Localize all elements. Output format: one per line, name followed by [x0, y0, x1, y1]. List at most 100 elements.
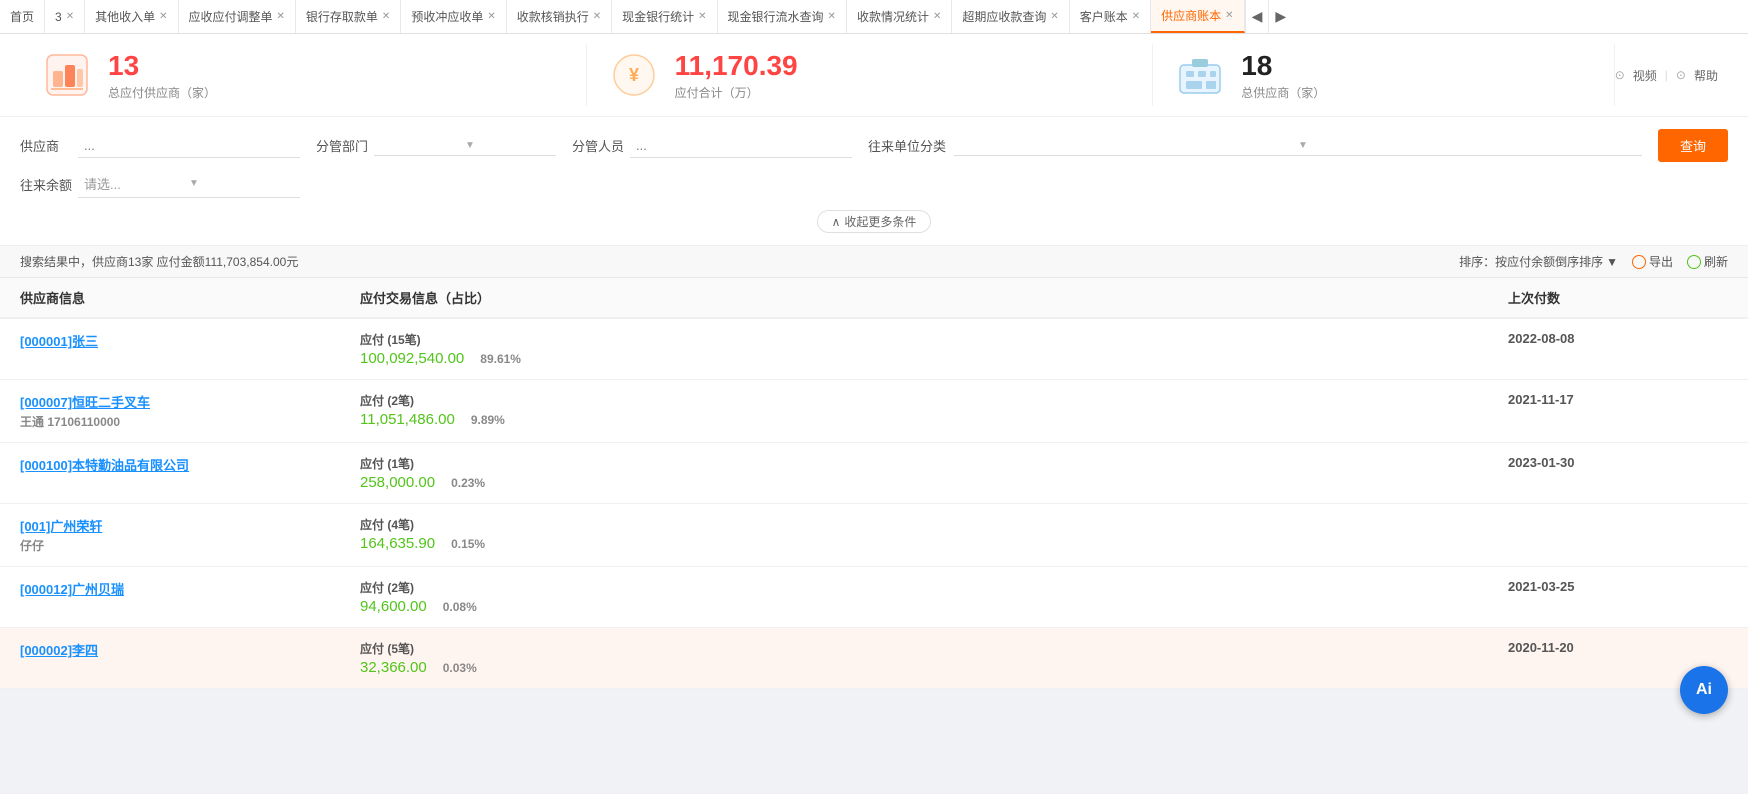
export-button[interactable]: 导出: [1632, 253, 1673, 270]
nav-tab-label: 收款情况统计: [857, 8, 929, 25]
export-label: 导出: [1649, 253, 1673, 270]
total-suppliers-label: 总供应商（家）: [1241, 84, 1325, 101]
lastpay-date: 2023-01-30: [1508, 455, 1575, 470]
nav-tab-cash-flow[interactable]: 现金银行流水查询 ✕: [718, 0, 847, 33]
nav-tab-customer-ledger[interactable]: 客户账本 ✕: [1070, 0, 1151, 33]
supplier-name[interactable]: [000100]本特勤油品有限公司: [20, 455, 360, 474]
supplier-name[interactable]: [000002]李四: [20, 640, 360, 659]
video-icon: ⊙: [1615, 68, 1625, 82]
export-icon: [1632, 255, 1646, 269]
lastpay-date: 2020-11-20: [1508, 640, 1574, 655]
trans-info: 应付 (2笔) 11,051,486.00 9.89%: [360, 392, 1508, 428]
stat-payable-amount: ¥ 11,170.39 应付合计（万）: [587, 44, 1154, 106]
filter-person: 分管人员: [572, 134, 852, 158]
close-icon[interactable]: ✕: [1225, 10, 1233, 21]
nav-tab-label: 客户账本: [1080, 8, 1128, 25]
nav-prev-arrow[interactable]: ◀: [1245, 0, 1269, 33]
close-icon[interactable]: ✕: [1132, 11, 1140, 22]
nav-next-arrow[interactable]: ▶: [1268, 0, 1292, 33]
table-row[interactable]: [000001]张三 应付 (15笔) 100,092,540.00 89.61…: [0, 319, 1748, 380]
payable-suppliers-number: 13: [108, 49, 216, 83]
trans-amount[interactable]: 100,092,540.00: [360, 350, 464, 367]
nav-tab-collection[interactable]: 收款核销执行 ✕: [507, 0, 612, 33]
close-icon[interactable]: ✕: [828, 11, 836, 22]
supplier-input[interactable]: [78, 134, 300, 158]
nav-tab-overdue[interactable]: 超期应收款查询 ✕: [952, 0, 1069, 33]
nav-tab-supplier-ledger[interactable]: 供应商账本 ✕: [1151, 0, 1244, 33]
trans-amount[interactable]: 258,000.00: [360, 474, 435, 491]
col-header-supplier: 供应商信息: [20, 288, 360, 307]
supplier-name[interactable]: [000001]张三: [20, 331, 360, 350]
close-icon[interactable]: ✕: [159, 11, 167, 22]
table-row[interactable]: [000012]广州贝瑞 应付 (2笔) 94,600.00 0.08% 202…: [0, 567, 1748, 628]
close-icon[interactable]: ✕: [698, 11, 706, 22]
close-icon[interactable]: ✕: [382, 11, 390, 22]
help-link[interactable]: 帮助: [1694, 67, 1718, 84]
stat-total-suppliers: 18 总供应商（家）: [1153, 44, 1614, 106]
trans-amount[interactable]: 164,635.90: [360, 535, 435, 552]
payable-amount-label: 应付合计（万）: [675, 84, 798, 101]
supplier-label: 供应商: [20, 136, 72, 155]
filter-dept: 分管部门 ▼: [316, 136, 556, 156]
lastpay-col: 2023-01-30: [1508, 455, 1708, 470]
nav-tab-adjustment[interactable]: 应收应付调整单 ✕: [179, 0, 296, 33]
supplier-info-col: [000007]恒旺二手叉车 王通 17106110000: [20, 392, 360, 430]
table-row[interactable]: [000100]本特勤油品有限公司 应付 (1笔) 258,000.00 0.2…: [0, 443, 1748, 504]
transaction-col: 应付 (1笔) 258,000.00 0.23%: [360, 455, 1508, 491]
lastpay-col: 2020-11-20: [1508, 640, 1708, 655]
close-icon[interactable]: ✕: [487, 11, 495, 22]
close-icon[interactable]: ✕: [277, 11, 285, 22]
nav-tab-cash-stats[interactable]: 现金银行统计 ✕: [612, 0, 717, 33]
close-icon[interactable]: ✕: [593, 11, 601, 22]
supplier-name[interactable]: [000012]广州贝瑞: [20, 579, 360, 598]
query-button[interactable]: 查询: [1658, 129, 1728, 162]
nav-tab-collection-stats[interactable]: 收款情况统计 ✕: [847, 0, 952, 33]
stats-bar: 13 总应付供应商（家） ¥ 11,170.39 应付合计（万）: [0, 34, 1748, 117]
supplier-info-col: [000012]广州贝瑞: [20, 579, 360, 598]
close-icon[interactable]: ✕: [1050, 11, 1058, 22]
dept-select[interactable]: ▼: [374, 136, 556, 156]
video-link[interactable]: 视频: [1633, 67, 1657, 84]
supplier-info-col: [000002]李四: [20, 640, 360, 659]
ai-button[interactable]: Ai: [1680, 666, 1728, 714]
supplier-name[interactable]: [000007]恒旺二手叉车: [20, 392, 360, 411]
table-row[interactable]: [000007]恒旺二手叉车 王通 17106110000 应付 (2笔) 11…: [0, 380, 1748, 443]
transaction-col: 应付 (5笔) 32,366.00 0.03%: [360, 640, 1508, 676]
transaction-col: 应付 (4笔) 164,635.90 0.15%: [360, 516, 1508, 552]
ai-button-label: Ai: [1696, 681, 1712, 699]
help-icon: ⊙: [1676, 68, 1686, 82]
supplier-info-col: [000100]本特勤油品有限公司: [20, 455, 360, 474]
supplier-contact: 仔仔: [20, 537, 360, 554]
nav-tab-other-income[interactable]: 其他收入单 ✕: [85, 0, 178, 33]
nav-tab-label: 预收冲应收单: [411, 8, 483, 25]
nav-tab-label: 应收应付调整单: [189, 8, 273, 25]
trans-percent: 0.15%: [451, 537, 485, 551]
trans-label: 应付 (1笔): [360, 455, 1508, 472]
trans-info: 应付 (1笔) 258,000.00 0.23%: [360, 455, 1508, 491]
nav-tab-prepay[interactable]: 预收冲应收单 ✕: [401, 0, 506, 33]
table-row[interactable]: [001]广州荣轩 仔仔 应付 (4笔) 164,635.90 0.15%: [0, 504, 1748, 567]
trans-label: 应付 (2笔): [360, 392, 1508, 409]
sort-button[interactable]: 排序：按应付余额倒序排序 ▼: [1459, 253, 1618, 270]
trans-amount[interactable]: 11,051,486.00: [360, 411, 455, 428]
category-select[interactable]: ▼: [954, 136, 1642, 156]
table-row[interactable]: [000002]李四 应付 (5笔) 32,366.00 0.03% 2020-…: [0, 628, 1748, 689]
collapse-button[interactable]: ∧ 收起更多条件: [817, 210, 932, 233]
category-label: 往来单位分类: [868, 136, 948, 155]
nav-tab-home[interactable]: 首页: [0, 0, 45, 33]
payable-suppliers-info: 13 总应付供应商（家）: [108, 49, 216, 102]
nav-tab-bank-deposit[interactable]: 银行存取款单 ✕: [296, 0, 401, 33]
nav-tab-3[interactable]: 3 ✕: [45, 0, 85, 33]
balance-select[interactable]: 请选... ▼: [78, 170, 300, 198]
filter-category: 往来单位分类 ▼: [868, 136, 1642, 156]
close-icon[interactable]: ✕: [66, 11, 74, 22]
trans-amount[interactable]: 32,366.00: [360, 659, 427, 676]
person-input[interactable]: [630, 134, 852, 158]
trans-amount[interactable]: 94,600.00: [360, 598, 427, 615]
chevron-down-icon: ▼: [1606, 255, 1618, 269]
refresh-button[interactable]: 刷新: [1687, 253, 1728, 270]
supplier-name[interactable]: [001]广州荣轩: [20, 516, 360, 535]
top-navigation: 首页 3 ✕ 其他收入单 ✕ 应收应付调整单 ✕ 银行存取款单 ✕ 预收冲应收单…: [0, 0, 1748, 34]
trans-label: 应付 (15笔): [360, 331, 1508, 348]
close-icon[interactable]: ✕: [933, 11, 941, 22]
